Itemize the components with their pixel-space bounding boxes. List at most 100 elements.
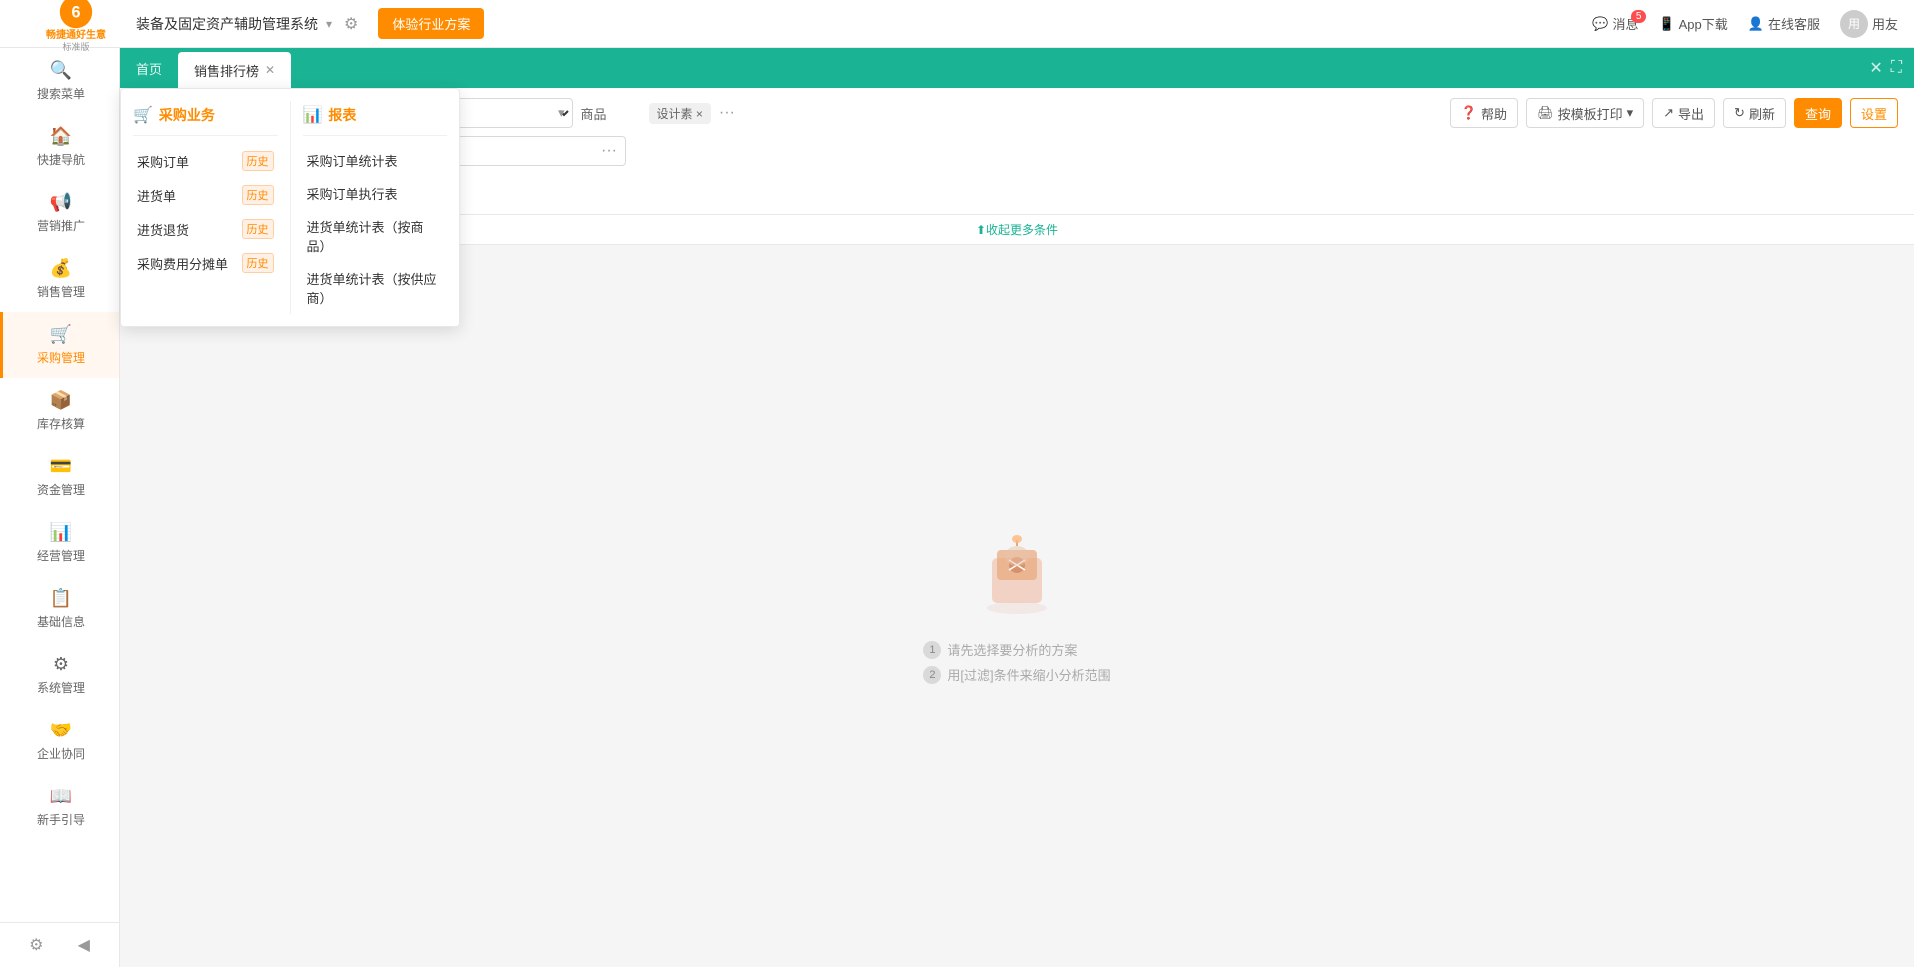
- tab-home[interactable]: 首页: [120, 48, 178, 88]
- dropdown-item-expense[interactable]: 采购费用分摊单 历史: [133, 246, 278, 280]
- dropdown-item-return[interactable]: 进货退货 历史: [133, 212, 278, 246]
- sidebar-item-purchase[interactable]: 🛒 采购管理: [0, 312, 119, 378]
- help-btn[interactable]: ❓ 帮助: [1450, 98, 1518, 128]
- sidebar-item-guide[interactable]: 📖 新手引导: [0, 774, 119, 840]
- dropdown-item-purchase-order[interactable]: 采购订单 历史: [133, 144, 278, 178]
- help-icon: ❓: [1461, 105, 1477, 121]
- salesman-more-icon[interactable]: ···: [601, 142, 617, 160]
- dropdown-item-receipt-stats-supplier[interactable]: 进货单统计表（按供应商）: [303, 262, 448, 314]
- basic-info-icon: 📋: [50, 588, 72, 609]
- industry-btn[interactable]: 体验行业方案: [378, 8, 484, 39]
- query-btn[interactable]: 查询: [1794, 98, 1842, 128]
- app-download-label: App下载: [1679, 14, 1728, 33]
- tab-expand-icon[interactable]: ⛶: [1891, 59, 1902, 77]
- sidebar-item-system[interactable]: ⚙ 系统管理: [0, 642, 119, 708]
- dropdown-item-receipt-stats-goods[interactable]: 进货单统计表（按商品）: [303, 210, 448, 262]
- logo-brand: 畅捷通好生意: [46, 30, 106, 42]
- report-section-icon: 📊: [303, 105, 323, 125]
- dropdown-item-order-stats[interactable]: 采购订单统计表: [303, 144, 448, 177]
- sidebar-item-marketing[interactable]: 📢 营销推广: [0, 180, 119, 246]
- sidebar-collapse-btn[interactable]: ◀: [78, 935, 90, 955]
- print-label: 按模板打印: [1558, 104, 1623, 123]
- dropdown-item-label: 进货单: [137, 186, 176, 205]
- print-icon: 🖨: [1537, 105, 1554, 121]
- print-dropdown-icon: ▾: [1627, 105, 1634, 121]
- tab-close-action-icon[interactable]: ✕: [1869, 58, 1882, 78]
- export-btn[interactable]: ↗ 导出: [1652, 98, 1715, 128]
- sidebar-item-label: 快捷导航: [37, 151, 85, 168]
- system-title: 装备及固定资产辅助管理系统: [136, 14, 318, 34]
- dropdown-menu: 🛒 采购业务 采购订单 历史 进货单 历史 进货退货 历史 采购费用分摊单 历史: [120, 88, 460, 327]
- empty-illustration: [967, 528, 1067, 628]
- sidebar-item-label: 企业协同: [37, 745, 85, 762]
- purchase-section-icon: 🛒: [133, 105, 153, 125]
- sales-icon: 💰: [50, 258, 72, 279]
- online-service-btn[interactable]: 👤 在线客服: [1748, 14, 1820, 33]
- sidebar-item-operation[interactable]: 📊 经营管理: [0, 510, 119, 576]
- dropdown-item-receipt[interactable]: 进货单 历史: [133, 178, 278, 212]
- sidebar-item-label: 系统管理: [37, 679, 85, 696]
- sidebar: 🔍 搜索菜单 🏠 快捷导航 📢 营销推广 💰 销售管理 🛒 采购管理 📦 库存核…: [0, 48, 120, 967]
- logo-sub: 标准版: [62, 42, 89, 53]
- tab-home-label: 首页: [136, 59, 162, 78]
- purchase-section-title: 采购业务: [159, 105, 215, 125]
- collapse-label: 收起更多条件: [986, 221, 1058, 238]
- sidebar-item-inventory[interactable]: 📦 库存核算: [0, 378, 119, 444]
- export-icon: ↗: [1663, 105, 1674, 121]
- dropdown-item-label: 采购订单执行表: [307, 184, 398, 203]
- tab-close-icon[interactable]: ✕: [265, 63, 275, 77]
- dropdown-purchase-title: 🛒 采购业务: [133, 101, 278, 136]
- search-icon: 🔍: [50, 60, 72, 81]
- doc-status-select-wrap: ▾: [453, 98, 573, 128]
- message-badge-wrap: 消息 5: [1612, 14, 1638, 33]
- sidebar-item-label: 销售管理: [37, 283, 85, 300]
- service-icon: 👤: [1748, 16, 1764, 32]
- system-title-area: 装备及固定资产辅助管理系统 ▾ ⚙ 体验行业方案: [136, 8, 1592, 39]
- purchase-icon: 🛒: [50, 324, 72, 345]
- empty-hint-2: 2 用[过滤]条件来缩小分析范围: [923, 665, 1110, 684]
- dropdown-item-label: 采购订单统计表: [307, 151, 398, 170]
- sidebar-item-enterprise[interactable]: 🤝 企业协同: [0, 708, 119, 774]
- top-header: 6 畅捷通好生意 标准版 装备及固定资产辅助管理系统 ▾ ⚙ 体验行业方案 💬 …: [0, 0, 1914, 48]
- dropdown-item-order-exec[interactable]: 采购订单执行表: [303, 177, 448, 210]
- user-area[interactable]: 用 用友: [1840, 10, 1898, 38]
- sidebar-item-finance[interactable]: 💳 资金管理: [0, 444, 119, 510]
- hint-num-2: 2: [923, 666, 941, 684]
- empty-hint-1: 1 请先选择要分析的方案: [923, 640, 1110, 659]
- message-btn[interactable]: 💬 消息 5: [1592, 14, 1638, 33]
- sidebar-item-label: 库存核算: [37, 415, 85, 432]
- system-icon: ⚙: [53, 654, 69, 675]
- operation-icon: 📊: [50, 522, 72, 543]
- history-tag: 历史: [242, 185, 274, 205]
- history-tag: 历史: [242, 253, 274, 273]
- tab-sales-rank-label: 销售排行榜: [194, 61, 259, 80]
- dropdown-item-label: 采购订单: [137, 152, 189, 171]
- doc-status-select[interactable]: [453, 98, 573, 128]
- message-icon: 💬: [1592, 16, 1608, 32]
- app-download-btn[interactable]: 📱 App下载: [1658, 14, 1727, 33]
- avatar: 用: [1840, 10, 1868, 38]
- tab-sales-rank[interactable]: 销售排行榜 ✕: [178, 52, 291, 88]
- goods-more-icon[interactable]: ···: [719, 104, 735, 122]
- refresh-icon: ↻: [1734, 105, 1745, 121]
- sidebar-item-label: 营销推广: [37, 217, 85, 234]
- settings-btn[interactable]: 设置: [1850, 98, 1898, 128]
- system-settings-icon[interactable]: ⚙: [340, 10, 362, 38]
- dropdown-arrow-icon[interactable]: ▾: [326, 17, 332, 31]
- sidebar-settings-btn[interactable]: ⚙: [29, 935, 43, 955]
- refresh-btn[interactable]: ↻ 刷新: [1723, 98, 1786, 128]
- online-service-label: 在线客服: [1768, 14, 1820, 33]
- report-section-title: 报表: [328, 105, 356, 125]
- print-btn[interactable]: 🖨 按模板打印 ▾: [1526, 98, 1644, 128]
- hint-text-2: 用[过滤]条件来缩小分析范围: [947, 665, 1110, 684]
- tab-bar: 首页 销售排行榜 ✕ ✕ ⛶: [120, 48, 1914, 88]
- goods-filter-tag[interactable]: 设计素 ×: [649, 103, 711, 124]
- hint-text-1: 请先选择要分析的方案: [947, 640, 1077, 659]
- sidebar-item-search[interactable]: 🔍 搜索菜单: [0, 48, 119, 114]
- sidebar-item-sales[interactable]: 💰 销售管理: [0, 246, 119, 312]
- svg-text:6: 6: [71, 4, 80, 22]
- enterprise-icon: 🤝: [50, 720, 72, 741]
- sidebar-item-quick-nav[interactable]: 🏠 快捷导航: [0, 114, 119, 180]
- finance-icon: 💳: [50, 456, 72, 477]
- sidebar-item-basic-info[interactable]: 📋 基础信息: [0, 576, 119, 642]
